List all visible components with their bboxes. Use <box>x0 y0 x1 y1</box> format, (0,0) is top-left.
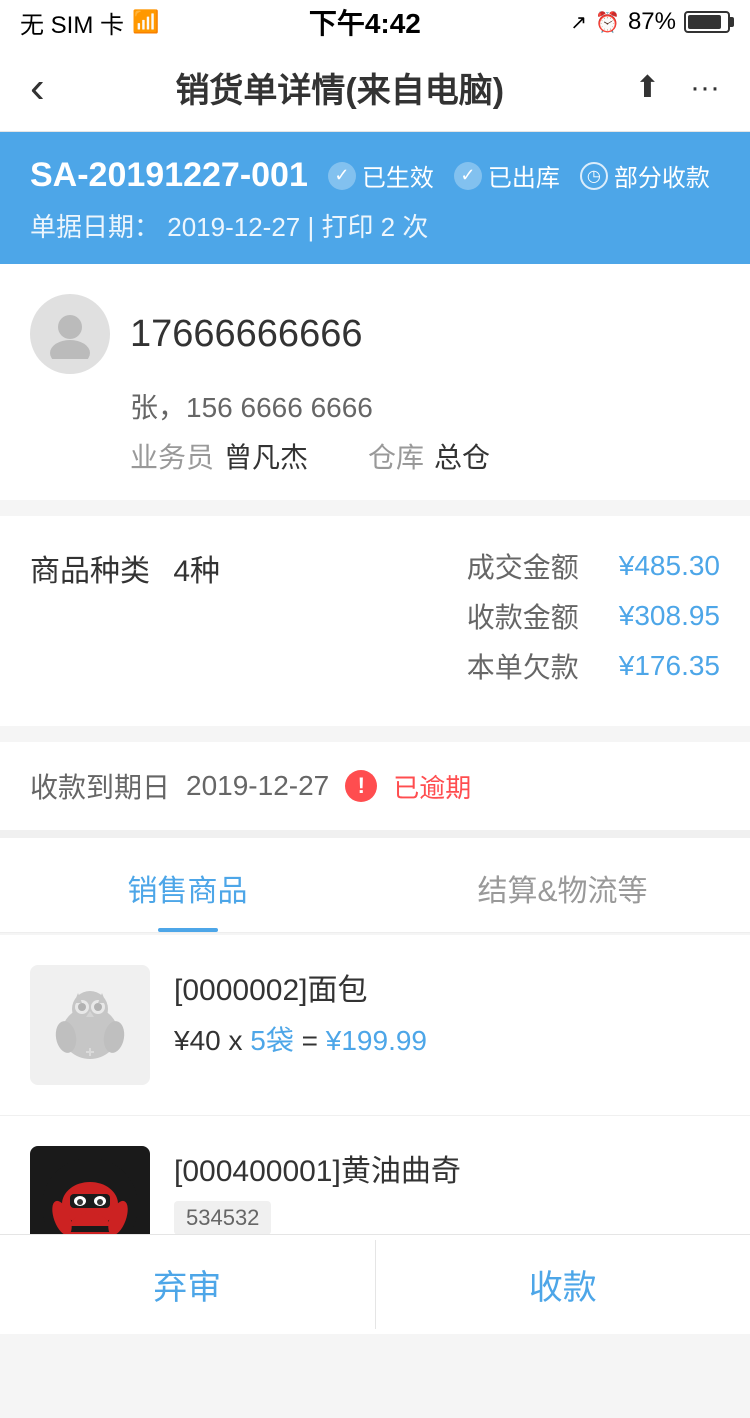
eq-1: = <box>294 1025 326 1056</box>
badge-shipped: ✓ 已出库 <box>454 158 560 193</box>
abandon-review-button[interactable]: 弃审 <box>0 1240 376 1329</box>
order-date: 2019-12-27 <box>167 212 300 242</box>
owl-icon <box>50 985 130 1065</box>
product-name-1: [0000002]面包 <box>174 965 720 1009</box>
back-button[interactable]: ‹ <box>30 63 45 113</box>
order-id: SA-20191227-001 <box>30 156 308 195</box>
due-date: 2019-12-27 <box>186 770 329 802</box>
receipt-amount: ¥308.95 <box>619 600 720 632</box>
battery-icon <box>684 11 730 33</box>
receipt-label: 收款金额 <box>467 596 579 636</box>
overdue-text: 已逾期 <box>393 768 471 805</box>
nav-bar: ‹ 销货单详情(来自电脑) ⬆ ··· <box>0 44 750 132</box>
customer-meta: 业务员 曾凡杰 仓库 总仓 <box>30 436 720 476</box>
tab-sales-label: 销售商品 <box>128 875 248 908</box>
product-price-1: ¥40 x 5袋 = ¥199.99 <box>174 1019 720 1059</box>
due-section: 收款到期日 2019-12-27 ! 已逾期 <box>0 742 750 838</box>
receipt-row: 收款金额 ¥308.95 <box>467 596 720 636</box>
summary-amounts: 成交金额 ¥485.30 收款金额 ¥308.95 本单欠款 ¥176.35 <box>467 546 720 696</box>
badge-partial: ◷ 部分收款 <box>580 158 710 193</box>
list-item: [0000002]面包 ¥40 x 5袋 = ¥199.99 <box>0 935 750 1116</box>
type-label: 商品种类 <box>30 555 150 588</box>
banner-row2: 单据日期： 2019-12-27 | 打印 2 次 <box>30 207 720 244</box>
warehouse-value: 总仓 <box>434 436 490 476</box>
avatar <box>30 294 110 374</box>
clock-icon: ◷ <box>580 162 608 190</box>
wifi-icon: 📶 <box>132 9 159 35</box>
customer-row: 17666666666 <box>30 294 720 374</box>
status-time: 下午4:42 <box>309 2 421 42</box>
summary-type: 商品种类 4种 <box>30 546 220 590</box>
user-avatar-icon <box>45 309 95 359</box>
tabs: 销售商品 结算&物流等 <box>0 838 750 933</box>
badge-active: ✓ 已生效 <box>328 158 434 193</box>
share-icon[interactable]: ⬆ <box>635 70 660 105</box>
product-thumb-1 <box>30 965 150 1085</box>
alarm-icon: ⏰ <box>595 10 620 35</box>
price-1: ¥40 x <box>174 1025 250 1056</box>
location-icon: ↗ <box>570 10 587 35</box>
deal-row: 成交金额 ¥485.30 <box>467 546 720 586</box>
salesperson-label: 业务员 <box>130 436 214 476</box>
salesperson-value: 曾凡杰 <box>224 436 308 476</box>
banner-row1: SA-20191227-001 ✓ 已生效 ✓ 已出库 ◷ 部分收款 <box>30 156 720 195</box>
warehouse-label: 仓库 <box>368 436 424 476</box>
debt-row: 本单欠款 ¥176.35 <box>467 646 720 686</box>
page-title: 销货单详情(来自电脑) <box>175 63 504 112</box>
debt-label: 本单欠款 <box>467 646 579 686</box>
type-count: 4种 <box>173 555 220 588</box>
summary-section: 商品种类 4种 成交金额 ¥485.30 收款金额 ¥308.95 本单欠款 ¥… <box>0 516 750 726</box>
customer-section: 17666666666 张，156 6666 6666 业务员 曾凡杰 仓库 总… <box>0 264 750 500</box>
battery-text: 87% <box>628 8 676 36</box>
product-info-1: [0000002]面包 ¥40 x 5袋 = ¥199.99 <box>174 965 720 1059</box>
total-1: ¥199.99 <box>326 1025 427 1056</box>
carrier-text: 无 SIM 卡 <box>20 5 124 40</box>
deal-amount: ¥485.30 <box>619 550 720 582</box>
more-icon[interactable]: ··· <box>690 71 720 105</box>
debt-amount: ¥176.35 <box>619 650 720 682</box>
product-tag-2: 534532 <box>174 1201 271 1235</box>
product-name-2: [000400001]黄油曲奇 <box>174 1146 720 1190</box>
status-left: 无 SIM 卡 📶 <box>20 5 159 40</box>
check-icon1: ✓ <box>328 162 356 190</box>
badge-active-label: 已生效 <box>362 158 434 193</box>
badge-shipped-label: 已出库 <box>488 158 560 193</box>
customer-name: 张，156 6666 6666 <box>30 386 720 426</box>
print-text: | 打印 2 次 <box>307 212 428 242</box>
status-bar: 无 SIM 卡 📶 下午4:42 ↗ ⏰ 87% <box>0 0 750 44</box>
salesperson-item: 业务员 曾凡杰 <box>130 436 308 476</box>
header-banner: SA-20191227-001 ✓ 已生效 ✓ 已出库 ◷ 部分收款 单据日期：… <box>0 132 750 264</box>
date-label: 单据日期： <box>30 212 160 242</box>
badge-partial-label: 部分收款 <box>614 158 710 193</box>
tab-settlement[interactable]: 结算&物流等 <box>375 838 750 932</box>
overdue-icon: ! <box>345 770 377 802</box>
due-label: 收款到期日 <box>30 766 170 806</box>
nav-actions: ⬆ ··· <box>635 70 720 105</box>
tab-settlement-label: 结算&物流等 <box>477 875 647 908</box>
tab-sales[interactable]: 销售商品 <box>0 838 375 932</box>
customer-phone: 17666666666 <box>130 313 362 356</box>
check-icon2: ✓ <box>454 162 482 190</box>
status-right: ↗ ⏰ 87% <box>570 8 730 36</box>
warehouse-item: 仓库 总仓 <box>368 436 490 476</box>
collect-payment-button[interactable]: 收款 <box>376 1240 750 1329</box>
qty-1: 5袋 <box>250 1025 294 1056</box>
bottom-bar: 弃审 收款 <box>0 1234 750 1334</box>
deal-label: 成交金额 <box>467 546 579 586</box>
